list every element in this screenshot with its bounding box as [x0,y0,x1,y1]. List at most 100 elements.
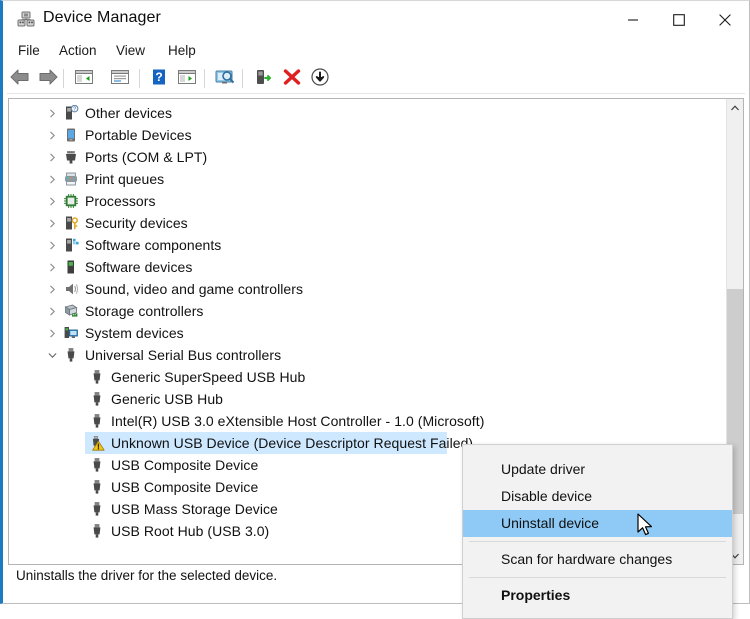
chevron-right-icon[interactable] [45,124,59,146]
tree-row-label: Sound, video and game controllers [85,281,304,297]
menu-action[interactable]: Action [54,42,102,60]
uninstall-device-button[interactable] [281,67,305,91]
software-device-icon [63,259,79,275]
unknown-device-icon: ? [63,104,79,121]
tree-row[interactable]: Storage controllers [9,300,727,322]
device-manager-icon [17,11,35,28]
chevron-right-icon[interactable] [45,322,59,344]
usb-icon [63,347,79,363]
chevron-right-icon[interactable] [45,102,59,124]
tree-row[interactable]: Print queues [9,168,727,190]
context-menu-separator [469,577,726,578]
tree-row[interactable]: Software components [9,234,727,256]
tree-row[interactable]: ? Other devices [9,102,727,124]
close-button[interactable] [702,1,748,38]
tree-row-label: Unknown USB Device (Device Descriptor Re… [111,435,474,451]
back-button[interactable] [9,67,33,91]
tree-row-label: Software devices [85,259,193,275]
help-button[interactable]: ? [148,67,172,91]
tree-row[interactable]: Processors [9,190,727,212]
chevron-right-icon[interactable] [45,146,59,168]
scan-hardware-changes-button[interactable] [213,67,237,91]
maximize-button[interactable] [656,1,702,38]
chevron-down-icon[interactable] [45,344,59,366]
portable-device-icon [63,127,79,143]
software-component-icon [63,237,79,253]
tree-row-label: Print queues [85,171,165,187]
svg-text:?: ? [155,70,162,84]
tree-row[interactable]: Universal Serial Bus controllers [9,344,727,366]
printer-icon [63,171,79,187]
speaker-icon [63,281,79,297]
tree-row-label: Generic SuperSpeed USB Hub [111,369,306,385]
menu-bar: File Action View Help [3,38,749,63]
usb-icon [89,523,105,539]
tree-row-label: Intel(R) USB 3.0 eXtensible Host Control… [111,413,485,429]
port-icon [63,149,79,165]
show-hide-console-tree-button[interactable] [73,67,97,91]
storage-controller-icon [63,303,79,319]
tree-row-label: Other devices [85,105,173,121]
tree-row-label: Storage controllers [85,303,204,319]
context-menu-separator [469,541,726,542]
tree-row[interactable]: Security devices [9,212,727,234]
context-menu-item-properties[interactable]: Properties [463,582,732,609]
usb-icon [89,369,105,385]
toolbar: ? [3,63,749,94]
chevron-right-icon[interactable] [45,190,59,212]
context-menu-item-scan-for-hardware-changes[interactable]: Scan for hardware changes [463,546,732,573]
context-menu-item-update-driver[interactable]: Update driver [463,456,732,483]
window-title: Device Manager [43,9,161,26]
context-menu-bottom-padding [463,609,732,618]
context-menu-top-padding [463,445,732,456]
tree-row[interactable]: System devices [9,322,727,344]
tree-row-label: Security devices [85,215,188,231]
menu-help[interactable]: Help [163,42,201,60]
device-manager-window: Device Manager File Action View Help ? ?… [0,0,750,619]
scroll-up-button[interactable] [727,99,743,116]
forward-button[interactable] [37,67,61,91]
svg-text:?: ? [73,107,76,113]
chevron-right-icon[interactable] [45,234,59,256]
tree-row[interactable]: Sound, video and game controllers [9,278,727,300]
chevron-right-icon[interactable] [45,278,59,300]
system-device-icon [63,325,79,341]
tree-row-label: Processors [85,193,156,209]
tree-row-label: Generic USB Hub [111,391,224,407]
tree-row-label: Ports (COM & LPT) [85,149,208,165]
toolbar-separator [242,69,243,88]
context-menu-item-disable-device[interactable]: Disable device [463,483,732,510]
usb-icon [89,501,105,517]
disable-device-button[interactable] [309,67,333,91]
tree-row-label: USB Root Hub (USB 3.0) [111,523,270,539]
usb-warning-icon [89,435,105,451]
tree-row-label: System devices [85,325,184,341]
chevron-right-icon[interactable] [45,300,59,322]
minimize-button[interactable] [610,1,656,38]
show-hidden-devices-button[interactable] [176,67,200,91]
tree-row[interactable]: Intel(R) USB 3.0 eXtensible Host Control… [9,410,727,432]
usb-icon [89,479,105,495]
properties-button[interactable] [109,67,133,91]
context-menu-item-uninstall-device[interactable]: Uninstall device [463,510,732,537]
status-text: Uninstalls the driver for the selected d… [16,568,278,583]
menu-view[interactable]: View [111,42,150,60]
update-driver-button[interactable] [252,67,276,91]
tree-row[interactable]: Generic USB Hub [9,388,727,410]
menu-file[interactable]: File [13,42,45,60]
toolbar-divider [7,93,745,94]
tree-row-label: USB Mass Storage Device [111,501,278,517]
processor-icon [63,193,79,209]
chevron-right-icon[interactable] [45,168,59,190]
toolbar-separator [63,69,64,88]
chevron-right-icon[interactable] [45,256,59,278]
chevron-right-icon[interactable] [45,212,59,234]
tree-row[interactable]: Ports (COM & LPT) [9,146,727,168]
tree-row[interactable]: Generic SuperSpeed USB Hub [9,366,727,388]
usb-icon [89,391,105,407]
tree-row[interactable]: Portable Devices [9,124,727,146]
tree-row-label: Portable Devices [85,127,192,143]
tree-row-label: USB Composite Device [111,479,259,495]
context-menu: Update driver Disable device Uninstall d… [462,444,733,619]
tree-row[interactable]: Software devices [9,256,727,278]
